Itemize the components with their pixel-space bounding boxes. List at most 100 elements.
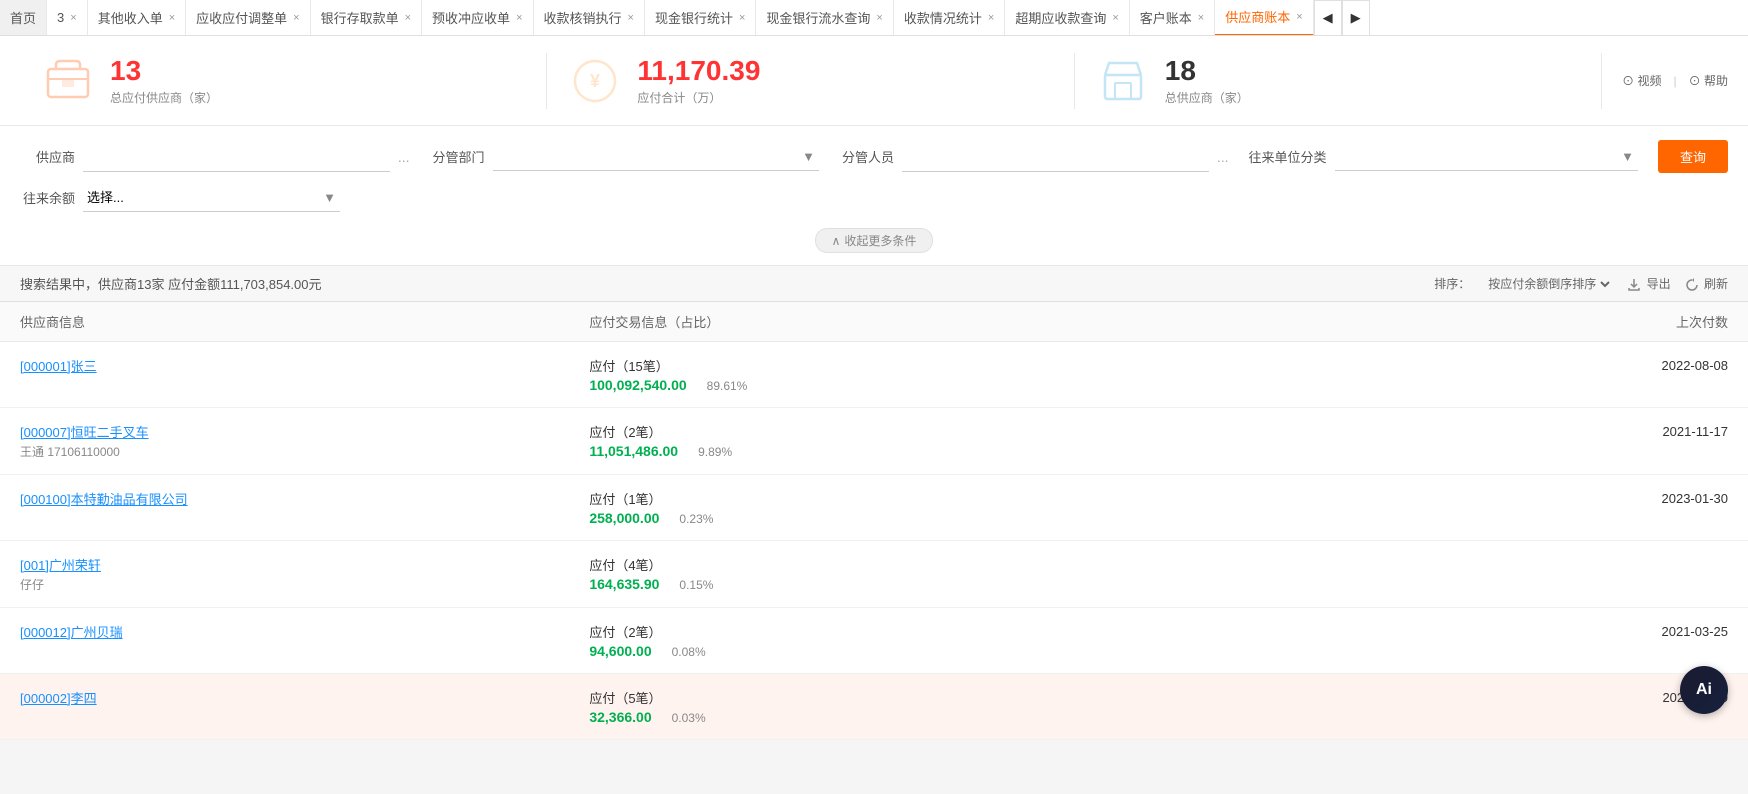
payable-total-label: 应付合计（万） — [637, 89, 1053, 106]
person-more[interactable]: ... — [1217, 149, 1229, 165]
trans-percent-2: 9.89% — [698, 445, 732, 459]
close-other-income[interactable]: × — [169, 12, 175, 24]
collapse-button[interactable]: ∧ 收起更多条件 — [815, 228, 934, 253]
header-supplier: 供应商信息 — [20, 312, 589, 331]
summary-card-total-suppliers: 18 总供应商（家） — [1075, 53, 1602, 109]
supplier-link-5[interactable]: [000012]广州贝瑞 — [20, 625, 123, 640]
nav-supplier-account[interactable]: 供应商账本 × — [1215, 0, 1313, 36]
help-link[interactable]: ⊙ 帮助 — [1689, 72, 1728, 89]
close-collection-stats[interactable]: × — [988, 12, 994, 24]
payable-supplier-label: 总应付供应商（家） — [110, 89, 526, 106]
trans-amount-5: 94,600.00 — [589, 643, 651, 659]
supplier-info-1: [000001]张三 — [20, 356, 589, 375]
trans-amount-1: 100,092,540.00 — [589, 377, 686, 393]
top-nav: 首页 3 × 其他收入单 × 应收应付调整单 × 银行存取款单 × 预收冲应收单… — [0, 0, 1748, 36]
sort-label: 排序： — [1434, 275, 1470, 292]
search-form: 供应商 ... 分管部门 ▼ 分管人员 ... 往来单位分类 — [0, 126, 1748, 266]
close-customer-account[interactable]: × — [1198, 12, 1204, 24]
sort-select[interactable]: 按应付余额倒序排序 — [1484, 276, 1613, 292]
nav-overdue-query[interactable]: 超期应收款查询 × — [1005, 0, 1129, 36]
dept-select[interactable] — [493, 142, 820, 170]
last-payment-4 — [1348, 555, 1728, 557]
trans-label-6: 应付（5笔） — [589, 688, 1348, 707]
summary-bar: 13 总应付供应商（家） ¥ 11,170.39 应付合计（万） 18 — [0, 36, 1748, 126]
result-actions: 排序： 按应付余额倒序排序 导出 刷新 — [1434, 275, 1728, 292]
nav-advance-collection[interactable]: 预收冲应收单 × — [422, 0, 533, 36]
trans-percent-5: 0.08% — [672, 645, 706, 659]
supplier-input[interactable] — [83, 142, 390, 172]
close-bank-deposit[interactable]: × — [405, 12, 411, 24]
nav-tab3[interactable]: 3 × — [47, 0, 88, 36]
nav-collection-stats[interactable]: 收款情况统计 × — [894, 0, 1005, 36]
nav-home[interactable]: 首页 — [0, 0, 47, 36]
last-payment-2: 2021-11-17 — [1348, 422, 1728, 439]
trans-percent-1: 89.61% — [707, 379, 748, 393]
collapse-label: 收起更多条件 — [844, 232, 916, 249]
nav-bank-deposit[interactable]: 银行存取款单 × — [311, 0, 422, 36]
close-cash-bank-stats[interactable]: × — [739, 12, 745, 24]
table-header: 供应商信息 应付交易信息（占比） 上次付数 — [0, 302, 1748, 342]
export-btn[interactable]: 导出 — [1627, 275, 1670, 292]
data-table: 供应商信息 应付交易信息（占比） 上次付数 [000001]张三 应付（15笔）… — [0, 302, 1748, 740]
close-overdue-query[interactable]: × — [1112, 12, 1118, 24]
search-row-1: 供应商 ... 分管部门 ▼ 分管人员 ... 往来单位分类 — [20, 140, 1728, 173]
trans-amount-6: 32,366.00 — [589, 709, 651, 725]
nav-customer-account[interactable]: 客户账本 × — [1130, 0, 1215, 36]
supplier-link-2[interactable]: [000007]恒旺二手叉车 — [20, 425, 149, 440]
store-icon — [1095, 53, 1151, 109]
nav-other-income[interactable]: 其他收入单 × — [88, 0, 186, 36]
table-row: [000007]恒旺二手叉车 王通 17106110000 应付（2笔） 11,… — [0, 408, 1748, 475]
last-payment-1: 2022-08-08 — [1348, 356, 1728, 373]
video-link[interactable]: ⊙ 视频 — [1622, 72, 1661, 89]
close-advance-collection[interactable]: × — [516, 12, 522, 24]
money-icon: ¥ — [567, 53, 623, 109]
trans-amount-2: 11,051,486.00 — [589, 443, 678, 459]
close-collection-verify[interactable]: × — [628, 12, 634, 24]
nav-next[interactable]: ▶ — [1342, 0, 1370, 36]
supplier-link-6[interactable]: [000002]李四 — [20, 691, 97, 706]
supplier-more[interactable]: ... — [398, 149, 410, 165]
close-tab3[interactable]: × — [70, 12, 76, 24]
category-select[interactable] — [1335, 142, 1638, 170]
search-row-2: 往来余额 选择... ▼ — [20, 183, 1728, 212]
balance-select[interactable]: 选择... — [83, 183, 340, 211]
last-payment-6: 2020-11-20 — [1348, 688, 1728, 705]
transaction-info-4: 应付（4笔） 164,635.90 0.15% — [589, 555, 1348, 592]
supplier-sub-2: 王通 17106110000 — [20, 443, 589, 460]
trans-amount-4: 164,635.90 — [589, 576, 659, 592]
supplier-link-3[interactable]: [000100]本特勤油品有限公司 — [20, 492, 188, 507]
close-supplier-account[interactable]: × — [1296, 11, 1302, 23]
table-row: [000002]李四 应付（5笔） 32,366.00 0.03% 2020-1… — [0, 674, 1748, 740]
summary-card-payable-total: ¥ 11,170.39 应付合计（万） — [547, 53, 1074, 109]
ai-assistant-button[interactable]: Ai — [1680, 666, 1728, 714]
refresh-btn[interactable]: 刷新 — [1685, 275, 1728, 292]
person-label: 分管人员 — [839, 147, 894, 166]
close-cash-bank-flow[interactable]: × — [876, 12, 882, 24]
header-last-payment: 上次付数 — [1348, 312, 1728, 331]
trans-percent-6: 0.03% — [672, 711, 706, 725]
category-field: 往来单位分类 ▼ — [1249, 142, 1639, 171]
trans-percent-3: 0.23% — [679, 512, 713, 526]
supplier-icon — [40, 53, 96, 109]
nav-prev[interactable]: ◀ — [1314, 0, 1342, 36]
query-button[interactable]: 查询 — [1658, 140, 1728, 173]
person-field: 分管人员 ... — [839, 142, 1229, 172]
summary-card-payable-suppliers: 13 总应付供应商（家） — [20, 53, 547, 109]
close-ap-adjustment[interactable]: × — [293, 12, 299, 24]
supplier-info-6: [000002]李四 — [20, 688, 589, 707]
trans-label-4: 应付（4笔） — [589, 555, 1348, 574]
category-label: 往来单位分类 — [1249, 147, 1327, 166]
nav-cash-bank-flow[interactable]: 现金银行流水查询 × — [756, 0, 893, 36]
summary-actions: ⊙ 视频 | ⊙ 帮助 — [1602, 72, 1728, 89]
nav-ap-adjustment[interactable]: 应收应付调整单 × — [186, 0, 310, 36]
supplier-link-4[interactable]: [001]广州荣轩 — [20, 558, 101, 573]
transaction-info-3: 应付（1笔） 258,000.00 0.23% — [589, 489, 1348, 526]
trans-amount-3: 258,000.00 — [589, 510, 659, 526]
nav-collection-verify[interactable]: 收款核销执行 × — [534, 0, 645, 36]
supplier-sub-4: 仔仔 — [20, 576, 589, 593]
supplier-link-1[interactable]: [000001]张三 — [20, 359, 97, 374]
nav-cash-bank-stats[interactable]: 现金银行统计 × — [645, 0, 756, 36]
svg-text:¥: ¥ — [590, 71, 600, 91]
payable-supplier-count: 13 — [110, 55, 526, 87]
person-input[interactable] — [902, 142, 1209, 172]
